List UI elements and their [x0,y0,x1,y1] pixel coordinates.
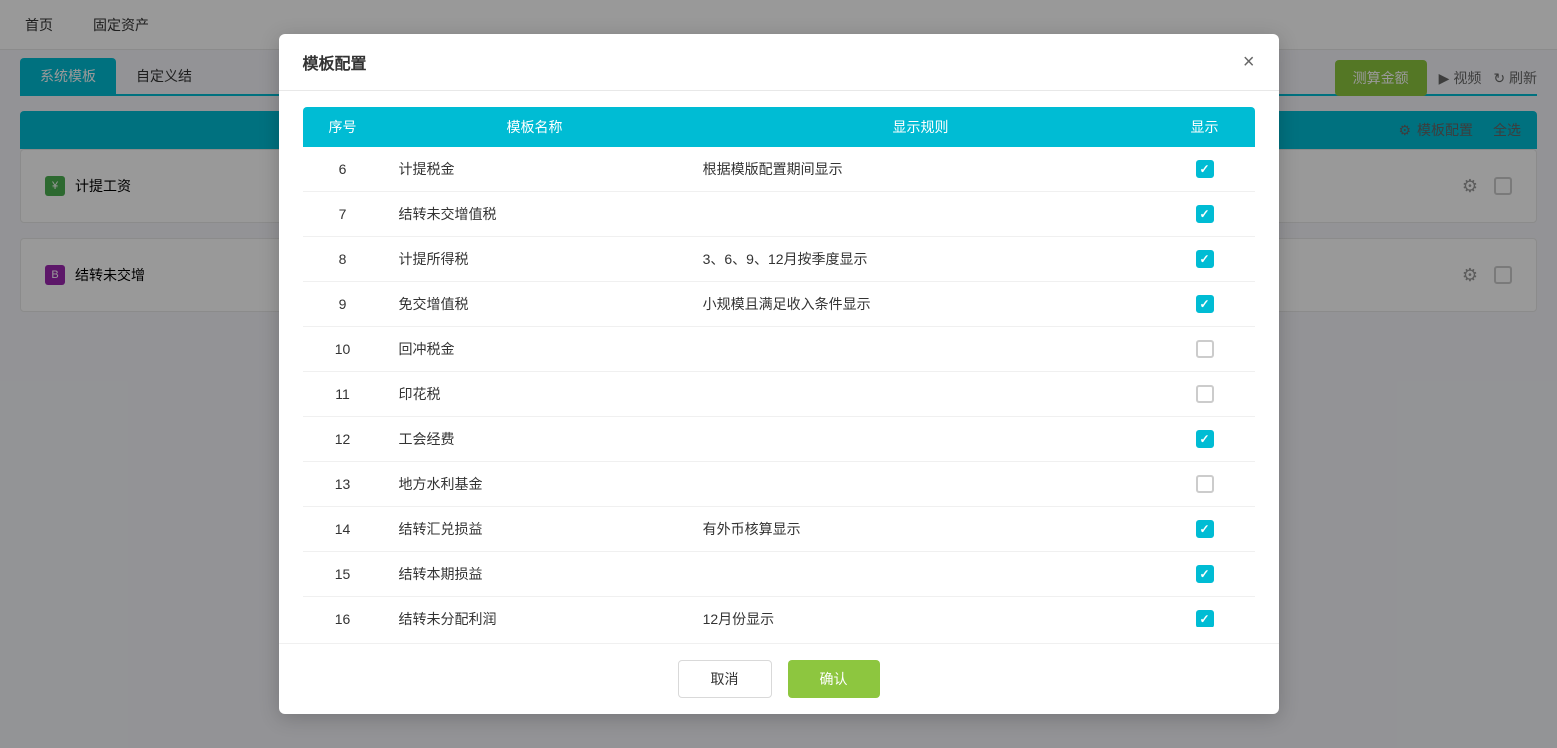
modal-body: 序号 模板名称 显示规则 显示 6计提税金根据模版配置期间显示7结转未交增值税8… [279,91,1279,643]
show-checkbox[interactable] [1196,385,1214,403]
cell-name: 印花税 [383,372,687,417]
show-checkbox[interactable] [1196,205,1214,223]
cell-show [1155,147,1255,192]
cell-rule [687,417,1155,462]
cell-rule: 根据模版配置期间显示 [687,147,1155,192]
cell-seq: 6 [303,147,383,192]
cell-name: 结转本期损益 [383,552,687,597]
table-row: 11印花税 [303,372,1255,417]
cell-rule: 12月份显示 [687,597,1155,628]
cell-name: 计提税金 [383,147,687,192]
cell-rule: 有外币核算显示 [687,507,1155,552]
table-row: 12工会经费 [303,417,1255,462]
table-row: 10回冲税金 [303,327,1255,372]
cancel-button[interactable]: 取消 [678,660,772,698]
template-config-modal: 模板配置 × 序号 模板名称 显示规则 显示 6计提税金根据模版配置期间显示7结… [279,34,1279,714]
col-name: 模板名称 [383,107,687,147]
cell-show [1155,597,1255,628]
cell-name: 工会经费 [383,417,687,462]
cell-show [1155,417,1255,462]
cell-rule [687,327,1155,372]
show-checkbox[interactable] [1196,340,1214,358]
cell-name: 结转汇兑损益 [383,507,687,552]
cell-seq: 16 [303,597,383,628]
table-body: 6计提税金根据模版配置期间显示7结转未交增值税8计提所得税3、6、9、12月按季… [303,147,1255,627]
cell-seq: 13 [303,462,383,507]
modal-title: 模板配置 [303,50,367,74]
show-checkbox[interactable] [1196,565,1214,583]
cell-show [1155,237,1255,282]
cell-seq: 8 [303,237,383,282]
table-row: 6计提税金根据模版配置期间显示 [303,147,1255,192]
cell-name: 免交增值税 [383,282,687,327]
show-checkbox[interactable] [1196,250,1214,268]
cell-show [1155,192,1255,237]
cell-seq: 7 [303,192,383,237]
col-rule: 显示规则 [687,107,1155,147]
cell-rule [687,192,1155,237]
col-show: 显示 [1155,107,1255,147]
show-checkbox[interactable] [1196,430,1214,448]
table-row: 15结转本期损益 [303,552,1255,597]
cell-name: 回冲税金 [383,327,687,372]
table-row: 16结转未分配利润12月份显示 [303,597,1255,628]
cell-seq: 11 [303,372,383,417]
table-row: 7结转未交增值税 [303,192,1255,237]
table-row: 9免交增值税小规模且满足收入条件显示 [303,282,1255,327]
modal-close-button[interactable]: × [1243,52,1255,72]
cell-seq: 14 [303,507,383,552]
cell-show [1155,462,1255,507]
show-checkbox[interactable] [1196,520,1214,538]
cell-name: 地方水利基金 [383,462,687,507]
table-header: 序号 模板名称 显示规则 显示 [303,107,1255,147]
cell-show [1155,327,1255,372]
modal-header: 模板配置 × [279,34,1279,91]
cell-show [1155,372,1255,417]
col-seq: 序号 [303,107,383,147]
table-row: 8计提所得税3、6、9、12月按季度显示 [303,237,1255,282]
cell-seq: 10 [303,327,383,372]
config-table: 序号 模板名称 显示规则 显示 6计提税金根据模版配置期间显示7结转未交增值税8… [303,107,1255,627]
cell-show [1155,552,1255,597]
cell-rule [687,372,1155,417]
cell-name: 结转未交增值税 [383,192,687,237]
table-row: 14结转汇兑损益有外币核算显示 [303,507,1255,552]
cell-rule [687,552,1155,597]
show-checkbox[interactable] [1196,295,1214,313]
cell-name: 计提所得税 [383,237,687,282]
cell-show [1155,282,1255,327]
config-table-wrapper[interactable]: 序号 模板名称 显示规则 显示 6计提税金根据模版配置期间显示7结转未交增值税8… [303,107,1255,627]
table-row: 13地方水利基金 [303,462,1255,507]
cell-show [1155,507,1255,552]
cell-seq: 15 [303,552,383,597]
cell-seq: 12 [303,417,383,462]
confirm-button[interactable]: 确认 [788,660,880,698]
cell-rule: 小规模且满足收入条件显示 [687,282,1155,327]
show-checkbox[interactable] [1196,475,1214,493]
show-checkbox[interactable] [1196,610,1214,627]
show-checkbox[interactable] [1196,160,1214,178]
cell-rule [687,462,1155,507]
cell-seq: 9 [303,282,383,327]
cell-rule: 3、6、9、12月按季度显示 [687,237,1155,282]
cell-name: 结转未分配利润 [383,597,687,628]
modal-footer: 取消 确认 [279,643,1279,714]
